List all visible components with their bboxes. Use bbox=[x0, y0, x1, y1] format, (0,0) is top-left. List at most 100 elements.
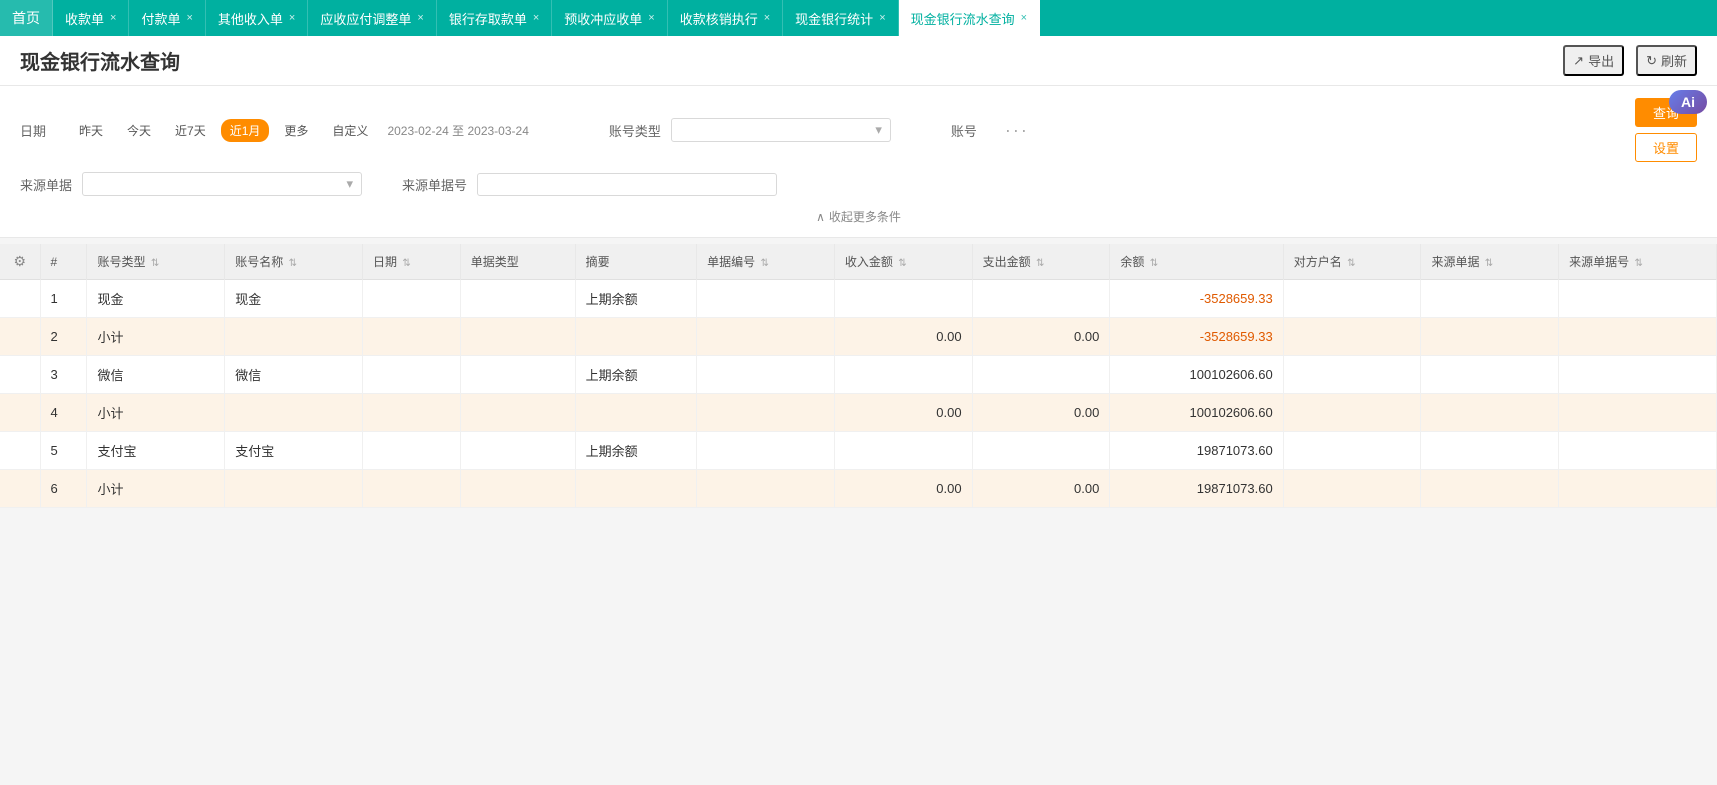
sort-doc-no-icon: ⇅ bbox=[761, 258, 769, 269]
nav-receipt-close[interactable]: × bbox=[110, 12, 116, 24]
cell-account-name-5 bbox=[225, 470, 363, 508]
nav-bank-stats[interactable]: 现金银行统计 × bbox=[783, 0, 898, 36]
table-header: ⚙ # 账号类型 ⇅ 账号名称 ⇅ 日期 ⇅ 单据类型 摘要 单据编号 ⇅ 收入… bbox=[0, 244, 1717, 280]
date-btn-1month[interactable]: 近1月 bbox=[221, 119, 270, 142]
cell-doc-type-2 bbox=[460, 356, 575, 394]
account-type-filter-group: 账号类型 ▾ bbox=[609, 118, 891, 142]
date-btn-custom[interactable]: 自定义 bbox=[323, 119, 377, 142]
cell-doc-no-1 bbox=[697, 318, 835, 356]
page-title: 现金银行流水查询 bbox=[20, 46, 180, 75]
date-btn-today[interactable]: 今天 bbox=[118, 119, 160, 142]
col-source-doc-no[interactable]: 来源单据号 ⇅ bbox=[1559, 244, 1717, 280]
cell-doc-type-3 bbox=[460, 394, 575, 432]
nav-ar-adjust-close[interactable]: × bbox=[417, 12, 423, 24]
col-income[interactable]: 收入金额 ⇅ bbox=[834, 244, 972, 280]
cell-doc-type-1 bbox=[460, 318, 575, 356]
sort-date-icon: ⇅ bbox=[402, 258, 410, 269]
cell-counterpart-3 bbox=[1283, 394, 1421, 432]
nav-other-income[interactable]: 其他收入单 × bbox=[206, 0, 308, 36]
date-btn-more[interactable]: 更多 bbox=[275, 119, 317, 142]
col-settings[interactable]: ⚙ bbox=[0, 244, 40, 280]
cell-account-type-0: 现金 bbox=[87, 280, 225, 318]
source-doc-label: 来源单据 bbox=[20, 175, 72, 194]
nav-bank-flow[interactable]: 现金银行流水查询 × bbox=[899, 0, 1040, 36]
date-btn-yesterday[interactable]: 昨天 bbox=[70, 119, 112, 142]
export-label: 导出 bbox=[1588, 51, 1614, 70]
cell-account-type-3: 小计 bbox=[87, 394, 225, 432]
col-account-name[interactable]: 账号名称 ⇅ bbox=[225, 244, 363, 280]
cell-summary-4: 上期余额 bbox=[575, 432, 697, 470]
cell-account-name-0: 现金 bbox=[225, 280, 363, 318]
nav-payment-label: 付款单 bbox=[141, 9, 180, 28]
settings-button[interactable]: 设置 bbox=[1635, 133, 1697, 162]
cell-settings-1 bbox=[0, 318, 40, 356]
nav-bank-deposit[interactable]: 银行存取款单 × bbox=[437, 0, 552, 36]
account-label: 账号 bbox=[951, 121, 991, 140]
col-source-doc[interactable]: 来源单据 ⇅ bbox=[1421, 244, 1559, 280]
source-doc-no-filter-group: 来源单据号 bbox=[402, 173, 777, 196]
refresh-button[interactable]: ↻ 刷新 bbox=[1636, 45, 1697, 76]
sort-source-doc-no-icon: ⇅ bbox=[1635, 258, 1643, 269]
source-doc-select[interactable]: ▾ bbox=[82, 172, 362, 196]
nav-payment-close[interactable]: × bbox=[186, 12, 192, 24]
cell-idx-5: 6 bbox=[40, 470, 87, 508]
nav-bank-deposit-label: 银行存取款单 bbox=[449, 9, 527, 28]
export-button[interactable]: ↗ 导出 bbox=[1563, 45, 1624, 76]
nav-prepay-offset[interactable]: 预收冲应收单 × bbox=[552, 0, 667, 36]
nav-home[interactable]: 首页 bbox=[0, 0, 53, 36]
cell-doc-type-5 bbox=[460, 470, 575, 508]
source-doc-arrow-icon: ▾ bbox=[346, 176, 353, 192]
collapse-bar[interactable]: ∧ 收起更多条件 bbox=[20, 204, 1697, 229]
cell-source-doc-no-0 bbox=[1559, 280, 1717, 318]
cell-date-3 bbox=[362, 394, 460, 432]
cell-summary-2: 上期余额 bbox=[575, 356, 697, 394]
cell-account-type-4: 支付宝 bbox=[87, 432, 225, 470]
cell-account-name-3 bbox=[225, 394, 363, 432]
account-more-icon[interactable]: ··· bbox=[1001, 120, 1033, 141]
col-balance[interactable]: 余额 ⇅ bbox=[1110, 244, 1283, 280]
date-filter-label: 日期 bbox=[20, 121, 60, 140]
table-area: ⚙ # 账号类型 ⇅ 账号名称 ⇅ 日期 ⇅ 单据类型 摘要 单据编号 ⇅ 收入… bbox=[0, 244, 1717, 508]
cell-idx-0: 1 bbox=[40, 280, 87, 318]
cell-balance-4: 19871073.60 bbox=[1110, 432, 1283, 470]
date-filter-group: 日期 昨天 今天 近7天 近1月 更多 自定义 2023-02-24 至 202… bbox=[20, 119, 529, 142]
cell-balance-3: 100102606.60 bbox=[1110, 394, 1283, 432]
ai-badge[interactable]: Ai bbox=[1669, 90, 1707, 114]
cell-income-4 bbox=[834, 432, 972, 470]
nav-prepay-offset-close[interactable]: × bbox=[648, 12, 654, 24]
col-date[interactable]: 日期 ⇅ bbox=[362, 244, 460, 280]
nav-receipt-exec-label: 收款核销执行 bbox=[680, 9, 758, 28]
col-counterpart[interactable]: 对方户名 ⇅ bbox=[1283, 244, 1421, 280]
nav-payment[interactable]: 付款单 × bbox=[129, 0, 205, 36]
nav-bank-stats-close[interactable]: × bbox=[879, 12, 885, 24]
cell-source-doc-0 bbox=[1421, 280, 1559, 318]
cell-income-2 bbox=[834, 356, 972, 394]
nav-bank-deposit-close[interactable]: × bbox=[533, 12, 539, 24]
account-type-select[interactable]: ▾ bbox=[671, 118, 891, 142]
settings-gear-icon[interactable]: ⚙ bbox=[13, 253, 26, 269]
nav-receipt[interactable]: 收款单 × bbox=[53, 0, 129, 36]
cell-date-4 bbox=[362, 432, 460, 470]
col-account-type[interactable]: 账号类型 ⇅ bbox=[87, 244, 225, 280]
date-btn-7days[interactable]: 近7天 bbox=[166, 119, 215, 142]
sort-account-name-icon: ⇅ bbox=[289, 258, 297, 269]
table-row: 5 支付宝 支付宝 上期余额 19871073.60 bbox=[0, 432, 1717, 470]
date-options: 昨天 今天 近7天 近1月 更多 自定义 2023-02-24 至 2023-0… bbox=[70, 119, 529, 142]
nav-bank-flow-close[interactable]: × bbox=[1021, 12, 1027, 24]
nav-other-income-close[interactable]: × bbox=[289, 12, 295, 24]
cell-income-0 bbox=[834, 280, 972, 318]
nav-ar-adjust[interactable]: 应收应付调整单 × bbox=[308, 0, 436, 36]
col-doc-no[interactable]: 单据编号 ⇅ bbox=[697, 244, 835, 280]
nav-receipt-exec-close[interactable]: × bbox=[764, 12, 770, 24]
cell-counterpart-2 bbox=[1283, 356, 1421, 394]
col-doc-type: 单据类型 bbox=[460, 244, 575, 280]
sort-account-type-icon: ⇅ bbox=[151, 258, 159, 269]
header-actions: ↗ 导出 ↻ 刷新 bbox=[1563, 45, 1697, 76]
source-doc-no-input[interactable] bbox=[477, 173, 777, 196]
nav-receipt-exec[interactable]: 收款核销执行 × bbox=[668, 0, 783, 36]
table-row: 6 小计 0.00 0.00 19871073.60 bbox=[0, 470, 1717, 508]
col-expense[interactable]: 支出金额 ⇅ bbox=[972, 244, 1110, 280]
account-filter-group: 账号 ··· bbox=[951, 120, 1033, 141]
sort-balance-icon: ⇅ bbox=[1150, 258, 1158, 269]
cell-date-1 bbox=[362, 318, 460, 356]
